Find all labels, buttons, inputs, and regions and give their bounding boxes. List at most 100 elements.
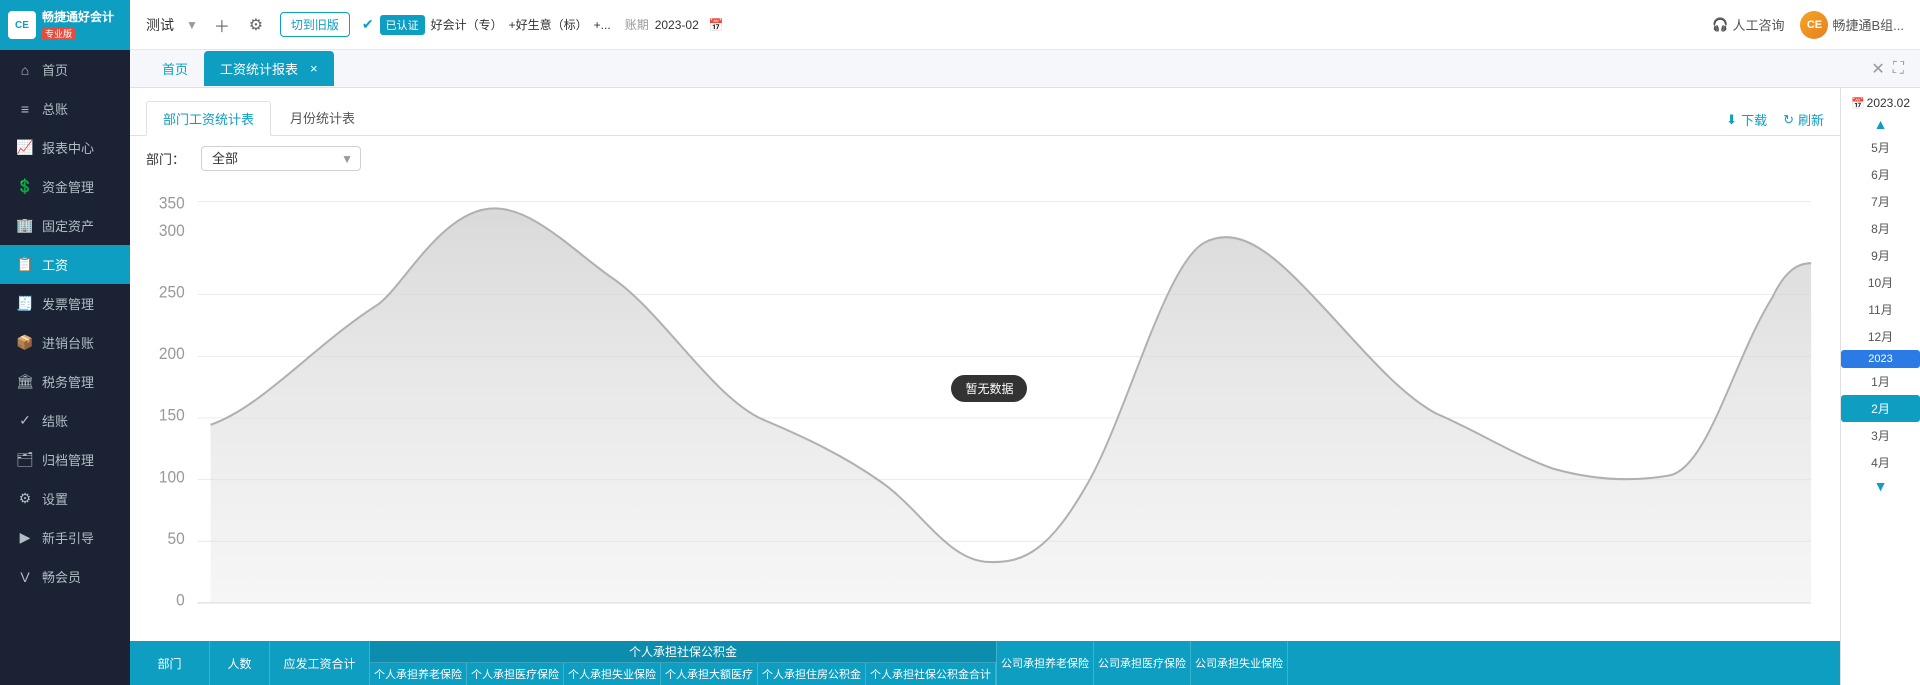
month-item-feb[interactable]: 2月	[1841, 395, 1920, 422]
sidebar-label-funds: 资金管理	[42, 177, 94, 196]
month-item-5[interactable]: 5月	[1841, 134, 1920, 161]
footer-col-headcount: 人数	[210, 641, 270, 685]
chart-container: 0 50 100 150 200 250 300 350	[146, 181, 1824, 633]
assistant-button[interactable]: 🎧 人工咨询	[1712, 15, 1784, 34]
month-item-6[interactable]: 6月	[1841, 161, 1920, 188]
col-housing-label: 个人承担住房公积金	[762, 666, 861, 682]
sidebar-item-home[interactable]: ⌂ 首页	[0, 50, 130, 89]
year-up-button[interactable]: ▲	[1841, 114, 1920, 134]
tax-icon: 🏛	[16, 373, 34, 390]
sidebar-item-settle[interactable]: ✓ 结账	[0, 401, 130, 440]
sidebar-label-home: 首页	[42, 60, 68, 79]
sidebar-label-reports: 报表中心	[42, 138, 94, 157]
footer-col-total: 应发工资合计	[270, 641, 370, 685]
svg-text:200: 200	[159, 346, 185, 363]
year-2023-tag: 2023	[1841, 350, 1920, 368]
calendar-icon[interactable]: 📅	[709, 18, 724, 32]
svg-text:100: 100	[159, 469, 185, 486]
sidebar-item-invoice[interactable]: 🧾 发票管理	[0, 284, 130, 323]
col-major-medical-label: 个人承担大额医疗	[665, 666, 753, 682]
actions-bar: 部门： 全部 财务部 销售部 人事部 技术部 ▼	[130, 136, 1840, 181]
subtab-dept-label: 部门工资统计表	[163, 112, 254, 127]
month-item-8[interactable]: 8月	[1841, 215, 1920, 242]
settings-icon: ⚙	[16, 490, 34, 507]
logo-icon: CE	[8, 11, 36, 39]
download-button[interactable]: ⬇ 下载	[1726, 110, 1767, 129]
svg-text:250: 250	[159, 284, 185, 301]
footer-total-label: 应发工资合计	[283, 655, 355, 672]
app-logo: CE 畅捷通好会计 专业版	[0, 0, 130, 50]
sidebar-item-settings[interactable]: ⚙ 设置	[0, 479, 130, 518]
year-current-text: 2023.02	[1867, 96, 1910, 110]
month-item-12[interactable]: 12月	[1841, 323, 1920, 350]
sidebar-label-ledger: 总账	[42, 99, 68, 118]
month-mar-label: 3月	[1871, 429, 1890, 443]
col-pension-label: 个人承担养老保险	[374, 666, 462, 682]
tab-expand-button[interactable]: ⛶	[1893, 60, 1904, 78]
tab-home[interactable]: 首页	[146, 51, 204, 86]
dept-label: 部门：	[146, 149, 185, 168]
reports-icon: 📈	[16, 139, 34, 156]
footer-group-cols: 个人承担养老保险 个人承担医疗保险 个人承担失业保险 个人承担大额医疗 个人承担…	[370, 663, 996, 685]
settle-icon: ✓	[16, 412, 34, 429]
col-company-pension-label: 公司承担养老保险	[1001, 655, 1089, 671]
footer-col-personal-total: 个人承担社保公积金合计	[866, 663, 996, 685]
subtab-monthly[interactable]: 月份统计表	[273, 100, 372, 135]
member-icon: V	[16, 569, 34, 585]
month-item-11[interactable]: 11月	[1841, 296, 1920, 323]
month-item-apr[interactable]: 4月	[1841, 449, 1920, 476]
sidebar-item-reports[interactable]: 📈 报表中心	[0, 128, 130, 167]
tab-salary-report[interactable]: 工资统计报表 ×	[204, 51, 334, 86]
col-company-unemployment-label: 公司承担失业保险	[1195, 655, 1283, 671]
month-item-7[interactable]: 7月	[1841, 188, 1920, 215]
content-main: 部门工资统计表 月份统计表 ⬇ 下载 ↻ 刷新	[130, 88, 1840, 685]
month-7-label: 7月	[1871, 195, 1890, 209]
month-item-9[interactable]: 9月	[1841, 242, 1920, 269]
subtabs: 部门工资统计表 月份统计表 ⬇ 下载 ↻ 刷新	[130, 88, 1840, 136]
sidebar-item-salary[interactable]: 📋 工资	[0, 245, 130, 284]
sidebar-item-assets[interactable]: 🏢 固定资产	[0, 206, 130, 245]
chart-area-fill	[211, 208, 1812, 602]
month-6-label: 6月	[1871, 168, 1890, 182]
year-down-button[interactable]: ▼	[1841, 476, 1920, 496]
sidebar-label-invoice: 发票管理	[42, 294, 94, 313]
settings-button[interactable]: ⚙	[244, 13, 268, 37]
sidebar-item-tax[interactable]: 🏛 税务管理	[0, 362, 130, 401]
sidebar-item-ledger[interactable]: ≡ 总账	[0, 89, 130, 128]
add-button[interactable]: ＋	[210, 13, 234, 37]
month-item-mar[interactable]: 3月	[1841, 422, 1920, 449]
refresh-button[interactable]: ↻ 刷新	[1783, 110, 1824, 129]
period-label: 账期	[625, 16, 649, 33]
user-avatar: CE	[1800, 11, 1828, 39]
dept-select[interactable]: 全部 财务部 销售部 人事部 技术部	[201, 146, 361, 171]
svg-text:0: 0	[176, 592, 185, 609]
sidebar-item-guide[interactable]: ▶ 新手引导	[0, 518, 130, 557]
switch-old-button[interactable]: 切到旧版	[280, 12, 350, 37]
footer-col-company-medical: 公司承担医疗保险	[1094, 641, 1191, 685]
sidebar-item-archive[interactable]: 🗂 归档管理	[0, 440, 130, 479]
sidebar-label-archive: 归档管理	[42, 450, 94, 469]
month-jan-label: 1月	[1871, 375, 1890, 389]
verified-badge: 已认证	[380, 15, 425, 35]
sidebar: CE 畅捷通好会计 专业版 ⌂ 首页 ≡ 总账 📈 报表中心 💲 资金管理 🏢 …	[0, 0, 130, 685]
month-item-jan[interactable]: 1月	[1841, 368, 1920, 395]
main-area: 测试 ▼ ＋ ⚙ 切到旧版 ✔ 已认证 好会计（专） +好生意（标） +... …	[130, 0, 1920, 685]
subtab-monthly-label: 月份统计表	[290, 111, 355, 126]
logo-text: 畅捷通好会计	[42, 10, 114, 26]
svg-text:50: 50	[168, 531, 185, 548]
tab-close-icon[interactable]: ×	[310, 61, 318, 76]
sidebar-item-purchase[interactable]: 📦 进销台账	[0, 323, 130, 362]
dept-select-wrapper: 全部 财务部 销售部 人事部 技术部 ▼	[201, 146, 361, 171]
tab-close-button[interactable]: ✕	[1871, 59, 1884, 79]
subtab-dept[interactable]: 部门工资统计表	[146, 101, 271, 136]
sidebar-item-funds[interactable]: 💲 资金管理	[0, 167, 130, 206]
month-item-10[interactable]: 10月	[1841, 269, 1920, 296]
month-10-label: 10月	[1868, 276, 1893, 290]
refresh-label: 刷新	[1798, 110, 1824, 129]
company-dropdown-arrow[interactable]: ▼	[186, 18, 198, 32]
sidebar-item-member[interactable]: V 畅会员	[0, 557, 130, 596]
footer-headcount-label: 人数	[227, 655, 251, 672]
user-menu[interactable]: CE 畅捷通B组...	[1800, 11, 1904, 39]
tab-salary-label: 工资统计报表	[220, 59, 298, 78]
logo-text-block: 畅捷通好会计 专业版	[42, 10, 114, 41]
